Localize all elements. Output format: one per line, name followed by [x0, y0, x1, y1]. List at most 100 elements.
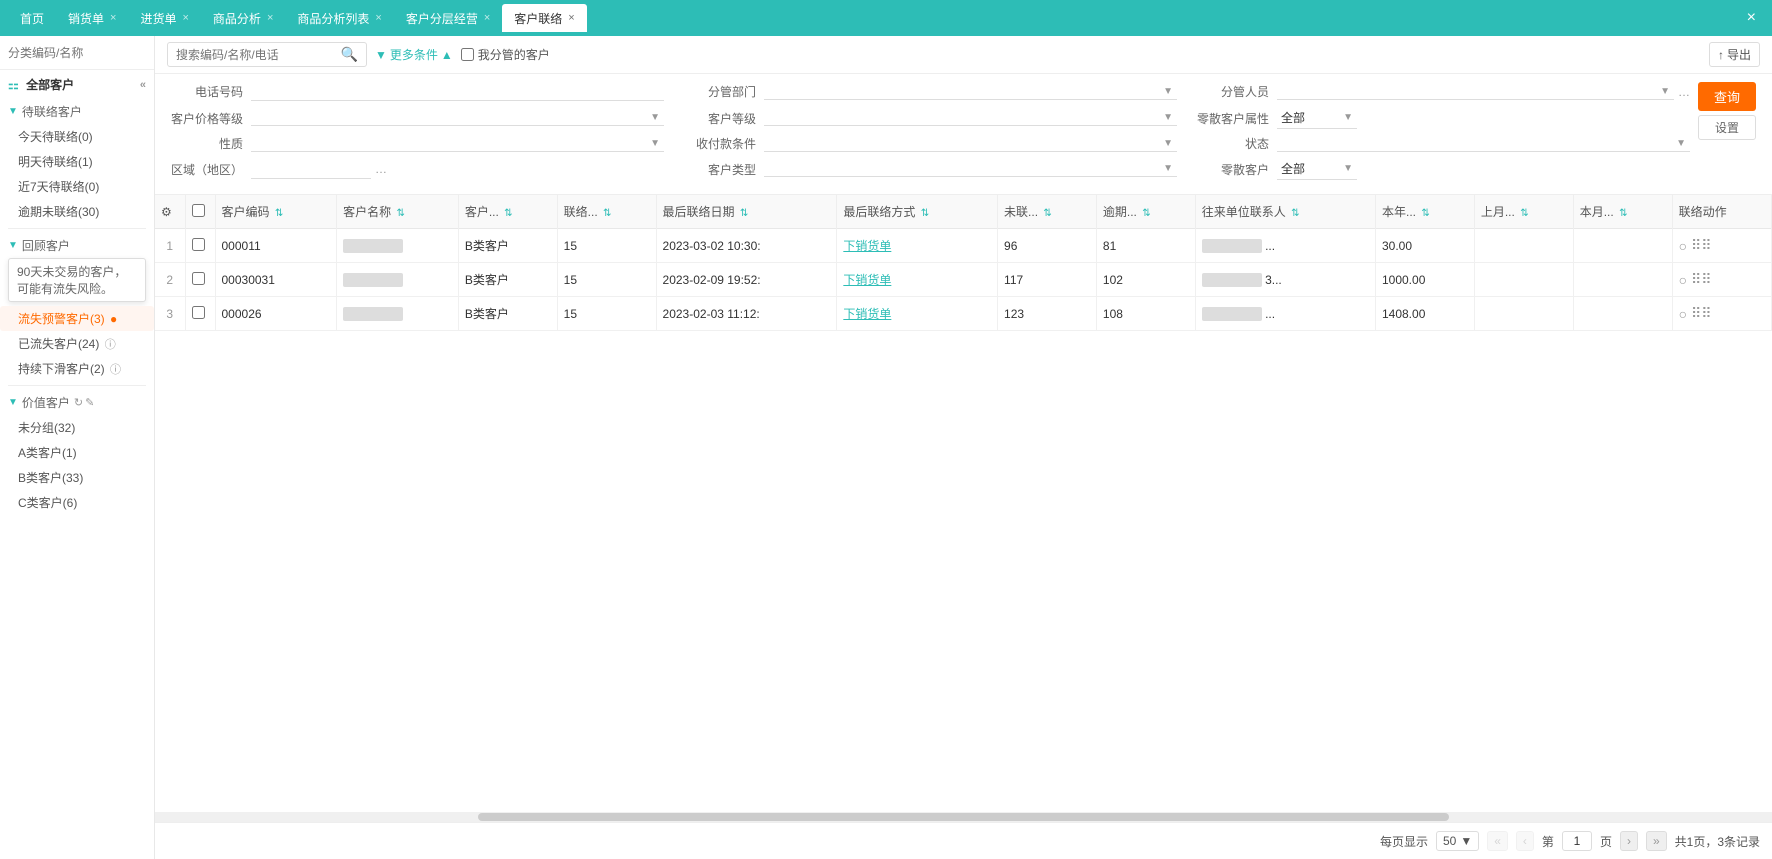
th-contact-person[interactable]: 往来单位联系人 ⇅ [1195, 195, 1375, 229]
th-settings[interactable]: ⚙ [155, 195, 185, 229]
sidebar-item-declining[interactable]: 持续下滑客户(2) ⓘ [0, 356, 154, 381]
sidebar-all-customers[interactable]: ⚏ 全部客户 « [0, 70, 154, 99]
filter-price-grade: 客户价格等级 ▼ [171, 110, 664, 127]
filter-price-grade-select[interactable]: ▼ [251, 110, 664, 126]
sidebar-group-value[interactable]: ▼ 价值客户 ↻ ✎ [0, 390, 154, 415]
more-action-icon[interactable]: ⠿⠿ [1691, 237, 1712, 254]
tab-home[interactable]: 首页 [8, 4, 56, 32]
manager-more-icon[interactable]: … [1678, 85, 1690, 99]
sidebar-group-review[interactable]: ▼ 回顾客户 [0, 233, 154, 258]
last-method-link[interactable]: 下销货单 [843, 239, 891, 253]
filter-region-input[interactable] [251, 160, 371, 179]
th-checkbox[interactable] [185, 195, 215, 229]
tab-close-analysis[interactable]: × [267, 12, 273, 24]
cell-checkbox[interactable] [185, 263, 215, 297]
tab-close-purchase[interactable]: × [182, 12, 188, 24]
filter-manager-select[interactable]: ▼ [1277, 84, 1674, 100]
more-condition-btn[interactable]: ▼ 更多条件 ▲ [375, 46, 453, 63]
contact-action-icon[interactable]: ○ [1679, 306, 1687, 322]
last-method-link[interactable]: 下销货单 [843, 307, 891, 321]
select-all-checkbox[interactable] [192, 204, 205, 217]
tab-close-customer-contact[interactable]: × [568, 12, 574, 24]
region-more-icon[interactable]: … [375, 162, 387, 176]
query-button[interactable]: 查询 [1698, 82, 1756, 111]
scrollbar-thumb[interactable] [478, 813, 1448, 821]
sidebar-item-churned[interactable]: 已流失客户(24) ⓘ [0, 331, 154, 356]
filter-dept-select[interactable]: ▼ [764, 84, 1177, 100]
th-code[interactable]: 客户编码 ⇅ [215, 195, 337, 229]
page-size-value: 50 [1443, 834, 1456, 848]
tab-close-sales[interactable]: × [110, 12, 116, 24]
th-last-month[interactable]: 上月... ⇅ [1474, 195, 1573, 229]
tab-customer-tier[interactable]: 客户分层经营 × [394, 4, 502, 32]
filter-phone-input[interactable] [251, 82, 664, 101]
sidebar-item-today-pending[interactable]: 今天待联络(0) [0, 124, 154, 149]
filter-retail-attr-select[interactable]: 全部 ▼ [1277, 107, 1357, 129]
tab-close-analysis-list[interactable]: × [375, 12, 381, 24]
contact-action-icon[interactable]: ○ [1679, 238, 1687, 254]
sidebar-item-ungrouped[interactable]: 未分组(32) [0, 415, 154, 440]
prev-page-btn[interactable]: ‹ [1516, 831, 1534, 851]
cell-this-month [1573, 263, 1672, 297]
cell-checkbox[interactable] [185, 229, 215, 263]
filter-customer-grade-select[interactable]: ▼ [764, 110, 1177, 126]
row-checkbox-0[interactable] [192, 238, 205, 251]
more-action-icon[interactable]: ⠿⠿ [1691, 271, 1712, 288]
table-row: 3 000026 B类客户 15 2023-02-03 11:12: 下销货单 … [155, 297, 1772, 331]
sidebar-item-tomorrow-pending[interactable]: 明天待联络(1) [0, 149, 154, 174]
filter-nature-select[interactable]: ▼ [251, 136, 664, 152]
search-icon: 🔍 [341, 46, 358, 63]
cell-checkbox[interactable] [185, 297, 215, 331]
more-action-icon[interactable]: ⠿⠿ [1691, 305, 1712, 322]
th-last-date[interactable]: 最后联络日期 ⇅ [656, 195, 837, 229]
filter-payment-select[interactable]: ▼ [764, 136, 1177, 152]
th-last-method[interactable]: 最后联络方式 ⇅ [837, 195, 998, 229]
th-this-year[interactable]: 本年... ⇅ [1375, 195, 1474, 229]
sidebar-search-input[interactable] [8, 46, 155, 60]
th-type[interactable]: 客户... ⇅ [458, 195, 557, 229]
th-name[interactable]: 客户名称 ⇅ [337, 195, 459, 229]
filter-status-select[interactable]: ▼ [1277, 136, 1690, 152]
my-customers-checkbox-label[interactable]: 我分管的客户 [461, 46, 550, 63]
row-checkbox-1[interactable] [192, 272, 205, 285]
value-edit-icon[interactable]: ✎ [85, 396, 94, 409]
sidebar-item-overdue-pending[interactable]: 逾期未联络(30) [0, 199, 154, 224]
next-page-btn[interactable]: › [1620, 831, 1638, 851]
sidebar-item-churn-warning[interactable]: 流失预警客户(3) ● [0, 306, 154, 331]
page-input[interactable] [1562, 831, 1592, 851]
th-this-month[interactable]: 本月... ⇅ [1573, 195, 1672, 229]
tab-sales[interactable]: 销货单 × [56, 4, 128, 32]
last-page-btn[interactable]: » [1646, 831, 1667, 851]
filter-region-label: 区域（地区） [171, 161, 251, 178]
tab-analysis[interactable]: 商品分析 × [201, 4, 285, 32]
window-close-button[interactable]: × [1739, 9, 1764, 27]
tab-analysis-list[interactable]: 商品分析列表 × [285, 4, 393, 32]
horizontal-scrollbar[interactable] [155, 812, 1772, 822]
first-page-btn[interactable]: « [1487, 831, 1508, 851]
search-input[interactable] [176, 48, 337, 62]
row-checkbox-2[interactable] [192, 306, 205, 319]
sidebar-item-class-c[interactable]: C类客户(6) [0, 490, 154, 515]
last-method-link[interactable]: 下销货单 [843, 273, 891, 287]
contact-action-icon[interactable]: ○ [1679, 272, 1687, 288]
value-refresh-icon[interactable]: ↻ [74, 396, 83, 409]
sidebar-collapse-btn[interactable]: « [140, 79, 146, 91]
filter-customer-type-select[interactable]: ▼ [764, 161, 1177, 177]
sidebar-item-7days-pending[interactable]: 近7天待联络(0) [0, 174, 154, 199]
page-size-select[interactable]: 50 ▼ [1436, 831, 1479, 851]
export-button[interactable]: ↑ 导出 [1709, 42, 1760, 67]
filter-retail-select[interactable]: 全部 ▼ [1277, 158, 1357, 180]
tab-customer-contact[interactable]: 客户联络 × [502, 4, 586, 32]
th-uncontacted[interactable]: 未联... ⇅ [998, 195, 1097, 229]
sidebar-item-class-a[interactable]: A类客户(1) [0, 440, 154, 465]
tab-close-customer-tier[interactable]: × [484, 12, 490, 24]
th-overdue[interactable]: 逾期... ⇅ [1096, 195, 1195, 229]
cell-last-month [1474, 229, 1573, 263]
th-contact-count[interactable]: 联络... ⇅ [557, 195, 656, 229]
tab-purchase[interactable]: 进货单 × [128, 4, 200, 32]
settings-button[interactable]: 设置 [1698, 115, 1756, 140]
my-customers-checkbox[interactable] [461, 48, 474, 61]
sidebar-group-pending[interactable]: ▼ 待联络客户 [0, 99, 154, 124]
sidebar-item-class-b[interactable]: B类客户(33) [0, 465, 154, 490]
table-settings-icon[interactable]: ⚙ [161, 205, 172, 219]
